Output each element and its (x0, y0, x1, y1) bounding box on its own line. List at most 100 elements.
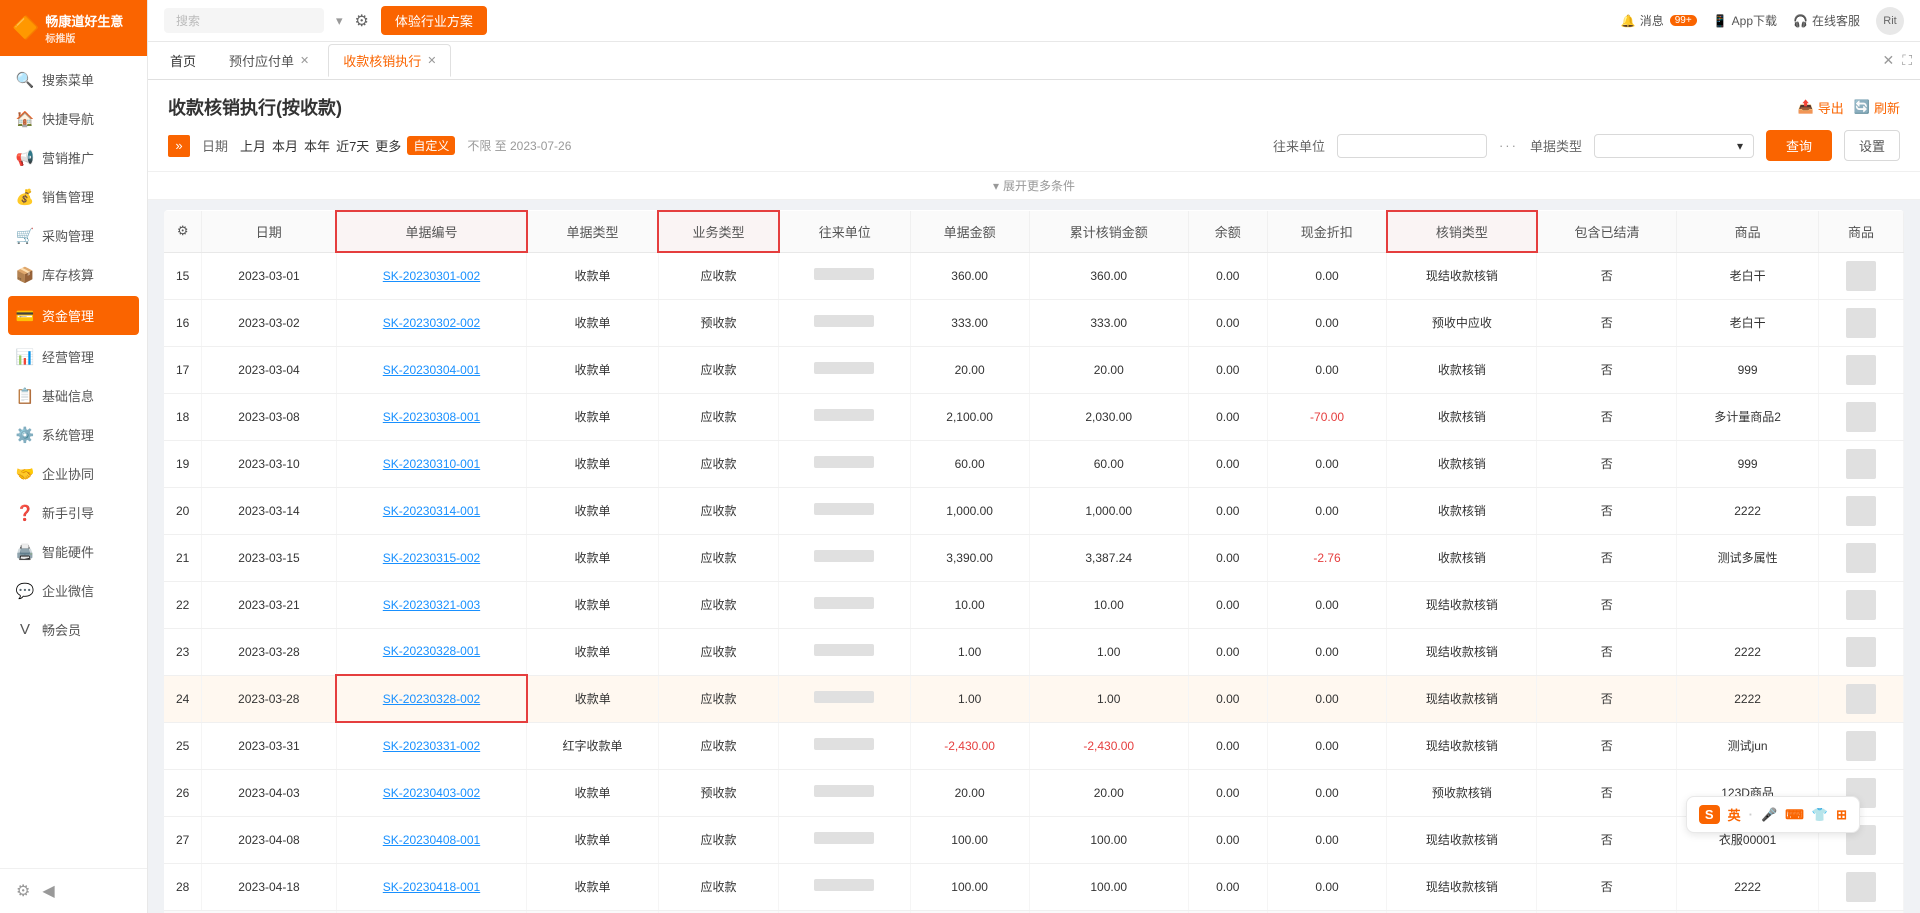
cell-slip-no: SK-20230301-002 (336, 252, 527, 299)
tab-prepay[interactable]: 预付应付单 ✕ (214, 44, 324, 77)
shirt-icon[interactable]: 👕 (1812, 807, 1828, 823)
sidebar-item-operations[interactable]: 📊经营管理 (0, 337, 147, 376)
sidebar-item-system[interactable]: ⚙️系统管理 (0, 415, 147, 454)
sidebar-label-finance: 资金管理 (42, 306, 94, 325)
sidebar-item-wechat[interactable]: 💬企业微信 (0, 571, 147, 610)
settings-icon[interactable]: ⚙ (16, 881, 30, 901)
topbar-icons: 🔔 消息 99+ 📱 App下载 🎧 在线客服 Rit (1621, 7, 1904, 35)
table-row: 16 2023-03-02 SK-20230302-002 收款单 预收款 33… (164, 299, 1904, 346)
topbar-dropdown-icon[interactable]: ▾ (336, 13, 343, 29)
cell-goods2 (1818, 487, 1903, 534)
slip-no-link[interactable]: SK-20230302-002 (383, 316, 480, 330)
date-opt-more[interactable]: 更多 (375, 136, 401, 155)
topbar-gear-icon[interactable]: ⚙ (355, 11, 369, 31)
date-opt-custom[interactable]: 自定义 (407, 136, 455, 155)
cell-slip-no: SK-20230418-001 (336, 863, 527, 910)
cell-partner (779, 440, 910, 487)
cell-slip-type: 收款单 (527, 252, 658, 299)
slip-no-link[interactable]: SK-20230301-002 (383, 269, 480, 283)
sidebar-item-basic[interactable]: 📋基础信息 (0, 376, 147, 415)
slip-no-link[interactable]: SK-20230403-002 (383, 786, 480, 800)
slip-no-link[interactable]: SK-20230314-001 (383, 504, 480, 518)
slip-no-link[interactable]: SK-20230328-002 (383, 692, 480, 706)
slip-no-link[interactable]: SK-20230321-003 (383, 598, 480, 612)
sidebar-item-guide[interactable]: ❓新手引导 (0, 493, 147, 532)
sidebar-icon-wechat: 💬 (16, 582, 34, 600)
sidebar-item-finance[interactable]: 💳 资金管理 (8, 296, 139, 335)
export-btn[interactable]: 📤 导出 (1798, 98, 1844, 117)
cell-amount: 100.00 (910, 863, 1029, 910)
avatar[interactable]: Rit (1876, 7, 1904, 35)
date-opt-this-month[interactable]: 本月 (272, 136, 298, 155)
sidebar-item-purchase[interactable]: 🛒采购管理 (0, 216, 147, 255)
slip-no-link[interactable]: SK-20230331-002 (383, 739, 480, 753)
cell-date: 2023-03-04 (202, 346, 336, 393)
cell-cash-discount: 0.00 (1267, 299, 1387, 346)
slip-no-link[interactable]: SK-20230304-001 (383, 363, 480, 377)
app-label: App下载 (1732, 12, 1777, 29)
col-settings[interactable]: ⚙ (164, 211, 202, 252)
cell-include-settled: 否 (1537, 581, 1677, 628)
cell-partner (779, 675, 910, 722)
watermark-text: 英 (1728, 805, 1741, 824)
tab-close-all-icon[interactable]: ✕ (1882, 52, 1894, 69)
sidebar-item-sales[interactable]: 💰销售管理 (0, 177, 147, 216)
sidebar-label-marketing: 营销推广 (42, 148, 94, 167)
cell-cash-discount: 0.00 (1267, 722, 1387, 769)
notification-item[interactable]: 🔔 消息 99+ (1621, 12, 1697, 29)
content-area: 收款核销执行(按收款) 📤 导出 🔄 刷新 » 日期 上月 本月 本年 近7天 (148, 80, 1920, 913)
tab-home[interactable]: 首页 (156, 45, 210, 76)
mic-icon[interactable]: 🎤 (1761, 807, 1777, 823)
logo-text: 畅康道好生意 (45, 11, 123, 30)
slip-no-link[interactable]: SK-20230408-001 (383, 833, 480, 847)
cell-balance: 0.00 (1188, 816, 1267, 863)
sidebar-icon-finance: 💳 (16, 307, 34, 325)
partner-input[interactable] (1337, 134, 1487, 158)
sidebar-item-inventory[interactable]: 📦库存核算 (0, 255, 147, 294)
slip-no-link[interactable]: SK-20230308-001 (383, 410, 480, 424)
table-settings-icon[interactable]: ⚙ (177, 223, 189, 238)
app-item[interactable]: 📱 App下载 (1713, 12, 1777, 29)
tab-expand-icon[interactable]: ⛶ (1902, 52, 1912, 69)
service-item[interactable]: 🎧 在线客服 (1793, 12, 1860, 29)
query-btn[interactable]: 查询 (1766, 130, 1832, 161)
table-row: 26 2023-04-03 SK-20230403-002 收款单 预收款 20… (164, 769, 1904, 816)
sidebar-item-hardware[interactable]: 🖨️智能硬件 (0, 532, 147, 571)
slip-type-dropdown[interactable]: ▾ (1594, 134, 1754, 158)
cell-include-settled: 否 (1537, 863, 1677, 910)
table-wrapper: ⚙ 日期 单据编号 单据类型 业务类型 往来单位 单据金额 累计核销金额 余额 … (164, 210, 1904, 913)
sidebar-item-member[interactable]: V畅会员 (0, 610, 147, 649)
industry-btn[interactable]: 体验行业方案 (381, 6, 487, 35)
grid-icon[interactable]: ⊞ (1836, 807, 1847, 823)
sidebar-item-marketing[interactable]: 📢营销推广 (0, 138, 147, 177)
topbar-search[interactable]: 搜索 (164, 8, 324, 33)
slip-no-link[interactable]: SK-20230315-002 (383, 551, 480, 565)
sidebar-item-shortcuts[interactable]: 🏠快捷导航 (0, 99, 147, 138)
collapse-icon[interactable]: ◀ (42, 881, 54, 901)
cell-accumulated: 333.00 (1029, 299, 1188, 346)
slip-no-link[interactable]: SK-20230328-001 (383, 644, 480, 658)
sidebar-item-corp[interactable]: 🤝企业协同 (0, 454, 147, 493)
cell-amount: 360.00 (910, 252, 1029, 299)
tab-collection-close[interactable]: ✕ (427, 54, 436, 67)
filter-collapse-btn[interactable]: » (168, 135, 190, 157)
slip-no-link[interactable]: SK-20230310-001 (383, 457, 480, 471)
cell-no: 21 (164, 534, 202, 581)
slip-no-link[interactable]: SK-20230418-001 (383, 880, 480, 894)
date-opt-last-month[interactable]: 上月 (240, 136, 266, 155)
cell-accumulated: -2,430.00 (1029, 722, 1188, 769)
setting-btn[interactable]: 设置 (1844, 130, 1900, 161)
cell-cash-discount: 0.00 (1267, 440, 1387, 487)
floating-toolbar[interactable]: S 英 · 🎤 ⌨ 👕 ⊞ (1686, 796, 1860, 833)
refresh-btn[interactable]: 🔄 刷新 (1854, 98, 1900, 117)
col-cash-discount: 现金折扣 (1267, 211, 1387, 252)
expand-conditions-btn[interactable]: ▾ 展开更多条件 (993, 177, 1075, 194)
sidebar-item-search[interactable]: 🔍搜索菜单 (0, 60, 147, 99)
sidebar-label-guide: 新手引导 (42, 503, 94, 522)
tab-prepay-close[interactable]: ✕ (300, 54, 309, 67)
cell-biz-type: 应收款 (658, 252, 779, 299)
date-opt-this-year[interactable]: 本年 (304, 136, 330, 155)
keyboard-icon[interactable]: ⌨ (1785, 807, 1804, 823)
tab-collection[interactable]: 收款核销执行 ✕ (328, 44, 451, 77)
date-opt-7days[interactable]: 近7天 (336, 136, 369, 155)
